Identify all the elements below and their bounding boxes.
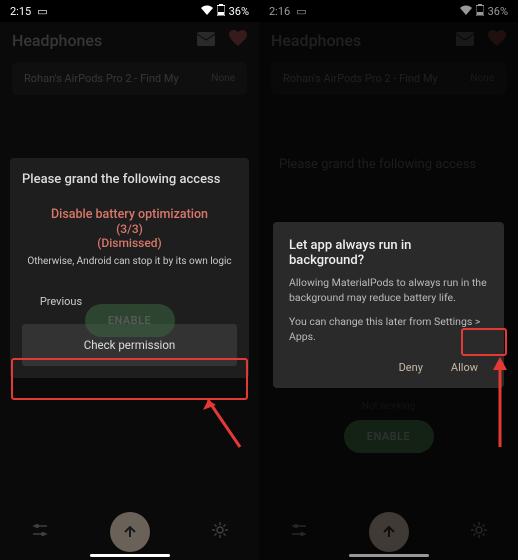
bottom-bar xyxy=(0,504,259,560)
warning-state: (Dismissed) xyxy=(22,236,237,250)
device-name: Rohan's AirPods Pro 2 - Find My xyxy=(24,72,179,85)
heart-icon[interactable] xyxy=(229,30,247,50)
app-header: Headphones xyxy=(0,22,259,58)
modal-title: Please grand the following access xyxy=(22,172,237,187)
fab-up-button[interactable] xyxy=(110,512,150,552)
gear-icon[interactable] xyxy=(211,521,229,543)
device-row[interactable]: Rohan's AirPods Pro 2 - Find My None xyxy=(12,62,247,95)
permission-modal: Please grand the following access Disabl… xyxy=(10,158,249,378)
page-title: Headphones xyxy=(12,31,102,50)
nav-indicator xyxy=(90,554,170,557)
wifi-icon xyxy=(201,5,213,18)
deny-button[interactable]: Deny xyxy=(389,355,433,380)
allow-button[interactable]: Allow xyxy=(441,355,488,380)
screen-left: 2:15 ▭ 36% Headphones Rohan's AirPods Pr… xyxy=(0,0,259,560)
status-bar: 2:15 ▭ 36% xyxy=(0,0,259,22)
background-permission-dialog: Let app always run in background? Allowi… xyxy=(273,222,504,388)
mail-icon[interactable] xyxy=(197,31,215,50)
battery-percent: 36% xyxy=(229,5,249,18)
dialog-body-1: Allowing MaterialPods to always run in t… xyxy=(289,276,488,305)
status-time: 2:15 xyxy=(10,5,31,18)
dialog-title: Let app always run in background? xyxy=(289,238,488,268)
sliders-icon[interactable] xyxy=(31,521,49,543)
battery-icon xyxy=(217,4,225,19)
annotation-arrow xyxy=(200,392,250,452)
picture-in-picture-icon: ▭ xyxy=(37,5,47,18)
warning-title: Disable battery optimization xyxy=(22,207,237,222)
enable-button[interactable]: ENABLE xyxy=(85,304,175,337)
warning-desc: Otherwise, Android can stop it by its ow… xyxy=(22,256,237,267)
dialog-body-2: You can change this later from Settings … xyxy=(289,315,488,344)
device-status: None xyxy=(211,73,235,84)
warning-progress: (3/3) xyxy=(22,222,237,236)
screen-right: 2:16 ▭ 36% Headphones Rohan's AirPods Pr… xyxy=(259,0,518,560)
